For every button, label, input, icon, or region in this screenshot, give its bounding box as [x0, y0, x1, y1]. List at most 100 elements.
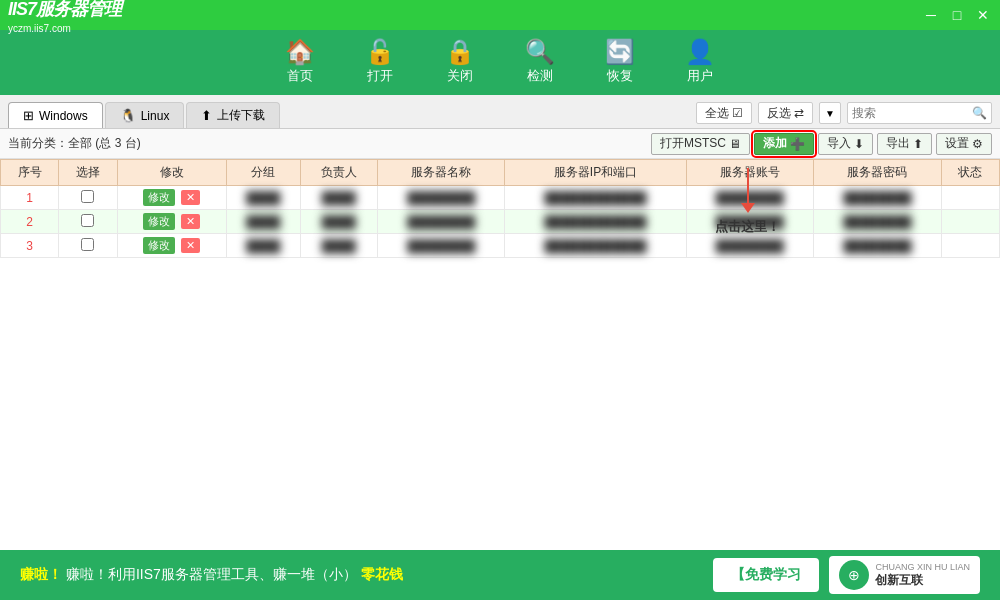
col-header-password: 服务器密码 [814, 160, 942, 186]
restore-icon: 🔄 [605, 40, 635, 64]
linux-icon: 🐧 [120, 108, 136, 123]
nav-label-close: 关闭 [447, 67, 473, 85]
table-row: 1 修改 ✕ ████ ████ ████████ ████████████ █… [1, 186, 1000, 210]
cell-ip-2: ████████████ [505, 210, 686, 234]
nav-label-home: 首页 [287, 67, 313, 85]
cell-person-2: ████ [300, 210, 377, 234]
footer-brand-logo: ⊕ CHUANG XIN HU LIAN 创新互联 [829, 556, 980, 594]
export-button[interactable]: 导出 ⬆ [877, 133, 932, 155]
maximize-button[interactable]: □ [948, 6, 966, 24]
tabs-bar: ⊞ Windows 🐧 Linux ⬆ 上传下载 全选 ☑ 反选 ⇄ ▼ 🔍 [0, 95, 1000, 129]
export-icon: ⬆ [913, 137, 923, 151]
table-header-row: 序号 选择 修改 分组 负责人 服务器名称 服务器IP和端口 服务器账号 服务器… [1, 160, 1000, 186]
nav-item-open[interactable]: 🔓 打开 [355, 40, 405, 85]
col-header-name: 服务器名称 [377, 160, 505, 186]
col-header-id: 序号 [1, 160, 59, 186]
search-icon[interactable]: 🔍 [972, 106, 987, 120]
cell-name-2: ████████ [377, 210, 505, 234]
nav-label-user: 用户 [687, 67, 713, 85]
delete-button-3[interactable]: ✕ [181, 238, 200, 253]
add-button[interactable]: 添加 ➕ [754, 133, 814, 155]
minimize-button[interactable]: ─ [922, 6, 940, 24]
search-input[interactable] [852, 106, 972, 120]
invert-select-button[interactable]: 反选 ⇄ [758, 102, 813, 124]
search-box: 🔍 [847, 102, 992, 124]
tab-linux[interactable]: 🐧 Linux [105, 102, 185, 128]
row-checkbox-1[interactable] [81, 190, 94, 203]
import-icon: ⬇ [854, 137, 864, 151]
cell-id-3: 3 [1, 234, 59, 258]
tab-linux-label: Linux [141, 109, 170, 123]
col-header-edit: 修改 [117, 160, 226, 186]
invert-select-icon: ⇄ [794, 106, 804, 120]
close-button[interactable]: ✕ [974, 6, 992, 24]
footer: 赚啦！ 赚啦！利用IIS7服务器管理工具、赚一堆（小） 零花钱 【免费学习 ⊕ … [0, 550, 1000, 600]
col-header-ip: 服务器IP和端口 [505, 160, 686, 186]
cell-status-3 [941, 234, 999, 258]
cell-account-2: ████████ [686, 210, 814, 234]
nav-label-detect: 检测 [527, 67, 553, 85]
nav-item-restore[interactable]: 🔄 恢复 [595, 40, 645, 85]
tabs-right-actions: 全选 ☑ 反选 ⇄ ▼ 🔍 [696, 102, 992, 128]
row-checkbox-3[interactable] [81, 238, 94, 251]
footer-logo-text: CHUANG XIN HU LIAN 创新互联 [875, 562, 970, 587]
import-button[interactable]: 导入 ⬇ [818, 133, 873, 155]
settings-icon: ⚙ [972, 137, 983, 151]
mstsc-icon: 🖥 [729, 137, 741, 151]
upload-icon: ⬆ [201, 108, 212, 123]
footer-right: 【免费学习 ⊕ CHUANG XIN HU LIAN 创新互联 [713, 556, 980, 594]
footer-promo-text: 赚啦！ 赚啦！利用IIS7服务器管理工具、赚一堆（小） 零花钱 [20, 566, 403, 582]
footer-promo-prefix: 赚啦！利用IIS7服务器管理工具、赚一堆（小） [66, 566, 357, 582]
cell-edit-1: 修改 ✕ [117, 186, 226, 210]
table-row: 2 修改 ✕ ████ ████ ████████ ████████████ █… [1, 210, 1000, 234]
tab-windows-label: Windows [39, 109, 88, 123]
cell-name-3: ████████ [377, 234, 505, 258]
main-area: 当前分类：全部 (总 3 台) 打开MSTSC 🖥 添加 ➕ 导入 ⬇ 导出 ⬆… [0, 129, 1000, 550]
open-icon: 🔓 [365, 40, 395, 64]
col-header-status: 状态 [941, 160, 999, 186]
learn-button[interactable]: 【免费学习 [713, 558, 819, 592]
nav-item-home[interactable]: 🏠 首页 [275, 40, 325, 85]
cell-password-3: ████████ [814, 234, 942, 258]
settings-button[interactable]: 设置 ⚙ [936, 133, 992, 155]
row-checkbox-2[interactable] [81, 214, 94, 227]
tab-windows[interactable]: ⊞ Windows [8, 102, 103, 128]
cell-account-3: ████████ [686, 234, 814, 258]
open-mstsc-button[interactable]: 打开MSTSC 🖥 [651, 133, 750, 155]
nav-label-restore: 恢复 [607, 67, 633, 85]
nav-item-close[interactable]: 🔒 关闭 [435, 40, 485, 85]
action-buttons: 打开MSTSC 🖥 添加 ➕ 导入 ⬇ 导出 ⬆ 设置 ⚙ [651, 133, 992, 155]
dropdown-button[interactable]: ▼ [819, 102, 841, 124]
delete-button-1[interactable]: ✕ [181, 190, 200, 205]
cell-check-2[interactable] [59, 210, 117, 234]
cell-group-2: ████ [226, 210, 300, 234]
edit-button-2[interactable]: 修改 [143, 213, 175, 230]
windows-icon: ⊞ [23, 108, 34, 123]
category-bar: 当前分类：全部 (总 3 台) 打开MSTSC 🖥 添加 ➕ 导入 ⬇ 导出 ⬆… [0, 129, 1000, 159]
select-all-icon: ☑ [732, 106, 743, 120]
detect-icon: 🔍 [525, 40, 555, 64]
cell-password-2: ████████ [814, 210, 942, 234]
home-icon: 🏠 [285, 40, 315, 64]
cell-person-1: ████ [300, 186, 377, 210]
cell-check-3[interactable] [59, 234, 117, 258]
col-header-person: 负责人 [300, 160, 377, 186]
select-all-button[interactable]: 全选 ☑ [696, 102, 752, 124]
cell-group-1: ████ [226, 186, 300, 210]
col-header-group: 分组 [226, 160, 300, 186]
cell-edit-3: 修改 ✕ [117, 234, 226, 258]
edit-button-1[interactable]: 修改 [143, 189, 175, 206]
tab-upload[interactable]: ⬆ 上传下载 [186, 102, 280, 128]
tab-upload-label: 上传下载 [217, 107, 265, 124]
nav-item-user[interactable]: 👤 用户 [675, 40, 725, 85]
cell-check-1[interactable] [59, 186, 117, 210]
delete-button-2[interactable]: ✕ [181, 214, 200, 229]
title-bar: IIS7服务器管理 yczm.iis7.com ─ □ ✕ [0, 0, 1000, 30]
category-label: 当前分类：全部 (总 3 台) [8, 135, 141, 152]
edit-button-3[interactable]: 修改 [143, 237, 175, 254]
title-bar-controls: ─ □ ✕ [922, 6, 992, 24]
nav-label-open: 打开 [367, 67, 393, 85]
title-bar-left: IIS7服务器管理 yczm.iis7.com [8, 0, 121, 34]
nav-item-detect[interactable]: 🔍 检测 [515, 40, 565, 85]
cell-ip-1: ████████████ [505, 186, 686, 210]
